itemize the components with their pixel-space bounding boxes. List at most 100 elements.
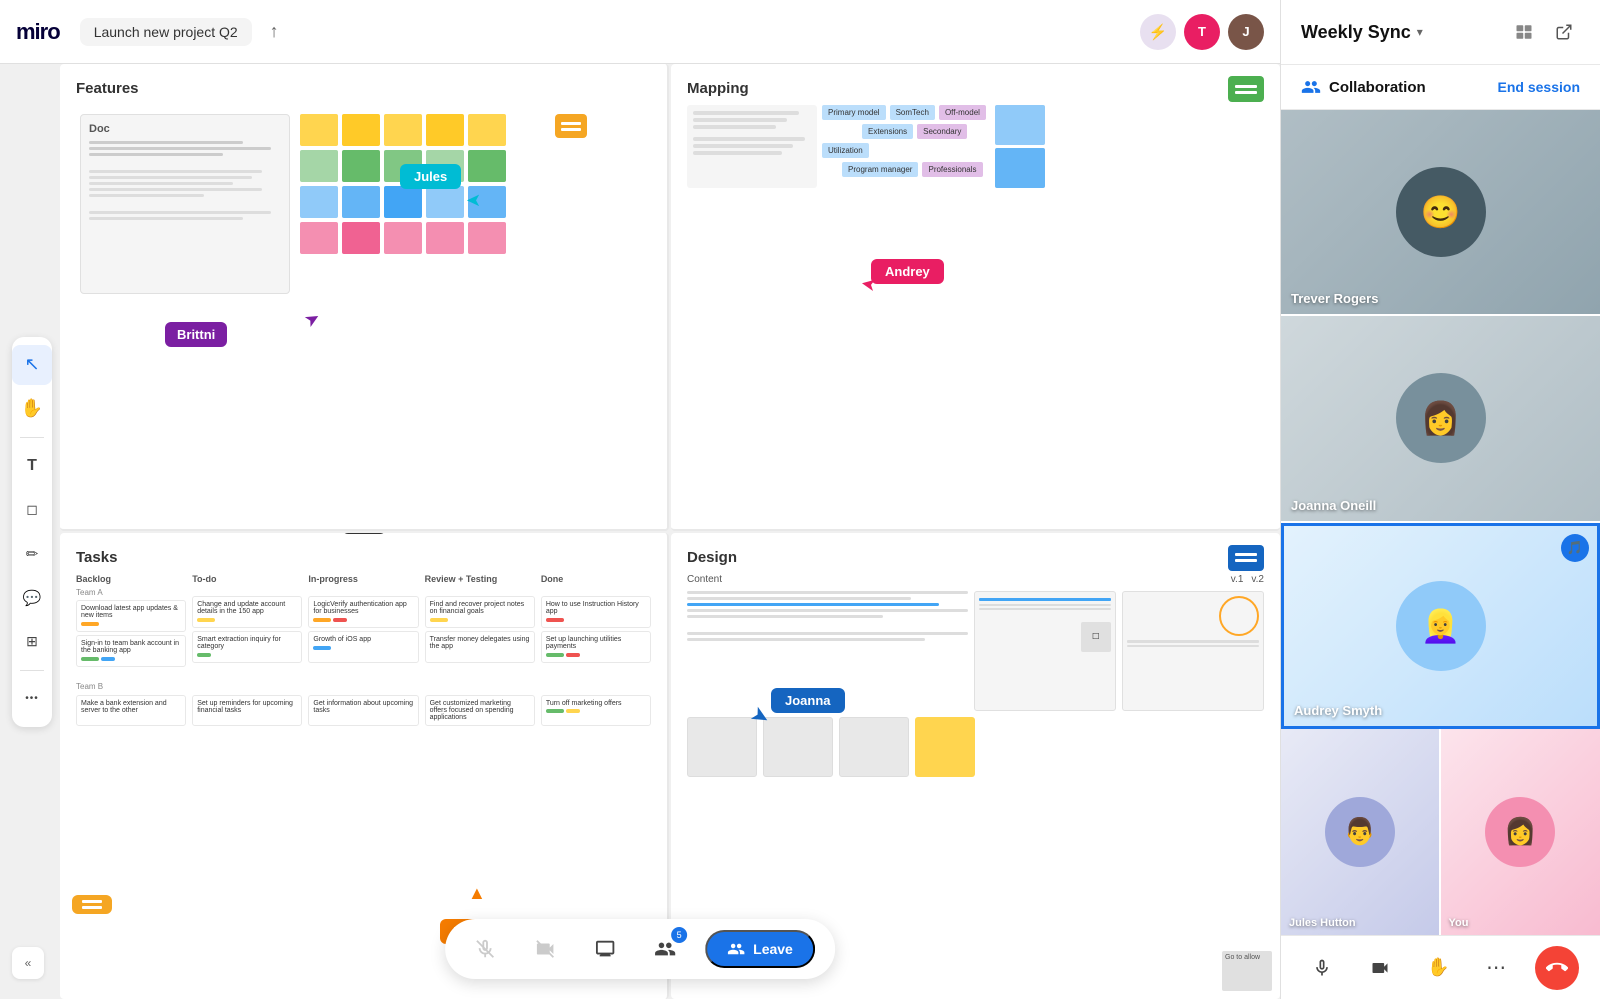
video-tile-split: 👨 Jules Hutton 👩 You (1281, 729, 1600, 935)
team-b-card-4[interactable]: Get customized marketing offers focused … (425, 695, 535, 726)
collapse-button[interactable]: « (12, 947, 44, 979)
ctrl-camera-button[interactable] (1360, 948, 1400, 988)
todo-card-2[interactable]: Smart extraction inquiry for category (192, 631, 302, 663)
video-label-jules-h: Jules Hutton (1289, 917, 1356, 929)
design-wire-1[interactable] (687, 717, 757, 777)
video-label-trever: Trever Rogers (1291, 291, 1378, 306)
top-bar: miro Launch new project Q2 ↑ ⚡ T J (0, 0, 1280, 64)
design-sticky-gray[interactable]: Go to allow (1222, 951, 1272, 991)
inprogress-card-2[interactable]: Growth of iOS app (308, 631, 418, 663)
review-card-1[interactable]: Find and recover project notes on financ… (425, 596, 535, 628)
tool-text[interactable]: T (12, 446, 52, 486)
video-tile-audrey[interactable]: 👱‍♀️ Audrey Smyth 🎵 (1281, 523, 1600, 729)
tool-hand[interactable]: ✋ (12, 389, 52, 429)
design-wireframes-row2[interactable] (687, 717, 1264, 777)
comment-bubble-green-mapping[interactable] (1228, 76, 1264, 102)
cursor-label-brittni: Brittni (165, 322, 227, 347)
tool-more[interactable]: ••• (12, 679, 52, 719)
avatar-audrey: 👱‍♀️ (1396, 581, 1486, 671)
team-b-card-2[interactable]: Set up reminders for upcoming financial … (192, 695, 302, 726)
mic-mute-button[interactable] (465, 929, 505, 969)
todo-card-1[interactable]: Change and update account details in the… (192, 596, 302, 628)
design-sticky-yellow[interactable] (915, 717, 975, 777)
project-title[interactable]: Launch new project Q2 (80, 18, 252, 46)
tool-select[interactable]: ↖ (12, 345, 52, 385)
kanban-board[interactable]: Backlog Team A Download latest app updat… (76, 574, 651, 670)
leave-button[interactable]: Leave (705, 930, 815, 968)
kanban-col-done[interactable]: Done How to use Instruction History app … (541, 574, 651, 670)
doc-title: Doc (89, 123, 281, 135)
session-title-row: Weekly Sync ▾ (1301, 22, 1423, 43)
kanban-col-inprogress[interactable]: In-progress LogicVerify authentication a… (308, 574, 418, 670)
mapping-flow[interactable]: Primary model SomTech Off-model Extensio… (687, 105, 1264, 188)
team-b-kanban[interactable]: Make a bank extension and server to the … (76, 695, 651, 726)
features-title: Features (76, 80, 651, 97)
ctrl-more-button[interactable]: ⋯ (1477, 948, 1517, 988)
avatar-trever: 😊 (1396, 167, 1486, 257)
team-b-card-1[interactable]: Make a bank extension and server to the … (76, 695, 186, 726)
upload-icon[interactable]: ↑ (270, 21, 279, 42)
flow-boxes[interactable]: Primary model SomTech Off-model Extensio… (822, 105, 986, 188)
team-b-card-3[interactable]: Get information about upcoming tasks (308, 695, 418, 726)
backlog-card-1[interactable]: Download latest app updates & new items (76, 600, 186, 632)
comment-bubble-orange-features[interactable] (555, 114, 587, 138)
backlog-card-2[interactable]: Sign-in to team bank account in the bank… (76, 635, 186, 667)
collab-bar: Collaboration End session (1281, 65, 1600, 110)
team-b-section: Team B Make a bank extension and server … (76, 682, 651, 726)
quadrant-grid: Features Doc (60, 64, 1280, 999)
comment-bubble-blue-design[interactable] (1228, 545, 1264, 571)
comment-bubble-dark-tasks[interactable] (342, 533, 386, 534)
design-content-label: Content (687, 574, 1223, 585)
ctrl-mic-button[interactable] (1302, 948, 1342, 988)
team-b-card-5[interactable]: Turn off marketing offers (541, 695, 651, 726)
doc-area[interactable]: Doc (80, 114, 290, 294)
kanban-col-todo[interactable]: To-do Change and update account details … (192, 574, 302, 670)
speaking-icon-audrey: 🎵 (1561, 534, 1589, 562)
kanban-col-review[interactable]: Review + Testing Find and recover projec… (425, 574, 535, 670)
kanban-col-backlog-title: Backlog (76, 574, 186, 584)
collab-icon (1301, 77, 1321, 97)
design-v2-mockup[interactable] (1122, 591, 1264, 711)
tool-pen[interactable]: ✏ (12, 534, 52, 574)
right-panel: Weekly Sync ▾ Collaboration End session … (1280, 0, 1600, 999)
participants-button[interactable]: 5 (645, 929, 685, 969)
design-bottom-stickies[interactable]: Go to allow (1222, 951, 1272, 991)
tool-frame[interactable]: ⊞ (12, 622, 52, 662)
video-tile-joanna-o[interactable]: 👩 Joanna Oneill (1281, 316, 1600, 522)
design-wire-2[interactable] (763, 717, 833, 777)
design-title: Design (687, 549, 1264, 566)
leave-label: Leave (753, 941, 793, 957)
video-tile-jules-h[interactable]: 👨 Jules Hutton (1281, 729, 1441, 935)
end-call-button[interactable] (1535, 946, 1579, 990)
end-session-button[interactable]: End session (1498, 79, 1580, 95)
kanban-col-backlog[interactable]: Backlog Team A Download latest app updat… (76, 574, 186, 670)
avatar-jules-h: 👨 (1325, 797, 1395, 867)
ctrl-hand-button[interactable]: ✋ (1418, 948, 1458, 988)
done-card-2[interactable]: Set up launching utilities payments (541, 631, 651, 663)
layout-icon[interactable] (1508, 16, 1540, 48)
external-link-icon[interactable] (1548, 16, 1580, 48)
avatar-user1[interactable]: T (1184, 14, 1220, 50)
tool-sticky[interactable]: ◻ (12, 490, 52, 530)
mapping-stickies[interactable] (995, 105, 1045, 188)
video-stop-button[interactable] (525, 929, 565, 969)
cursor-arrow-brittni: ➤ (301, 307, 325, 333)
filter-icon[interactable]: ⚡ (1140, 14, 1176, 50)
collab-label: Collaboration (1329, 79, 1490, 96)
done-card-1[interactable]: How to use Instruction History app (541, 596, 651, 628)
review-card-2[interactable]: Transfer money delegates using the app (425, 631, 535, 663)
canvas-area[interactable]: ↖ ✋ T ◻ ✏ 💬 ⊞ ••• Features (0, 64, 1280, 999)
quadrant-features[interactable]: Features Doc (60, 64, 669, 531)
quadrant-mapping[interactable]: Mapping (671, 64, 1280, 531)
design-wire-3[interactable] (839, 717, 909, 777)
design-v1-mockup[interactable]: □ (974, 591, 1116, 711)
video-tile-trever[interactable]: 😊 Trever Rogers (1281, 110, 1600, 316)
tool-comment[interactable]: 💬 (12, 578, 52, 618)
video-trever: 😊 (1281, 110, 1600, 314)
inprogress-card-1[interactable]: LogicVerify authentication app for busin… (308, 596, 418, 628)
chat-bubble-bottom-left[interactable] (72, 895, 112, 914)
share-screen-button[interactable] (585, 929, 625, 969)
session-chevron-icon[interactable]: ▾ (1417, 25, 1423, 39)
video-tile-you[interactable]: 👩 You (1441, 729, 1600, 935)
avatar-user2[interactable]: J (1228, 14, 1264, 50)
